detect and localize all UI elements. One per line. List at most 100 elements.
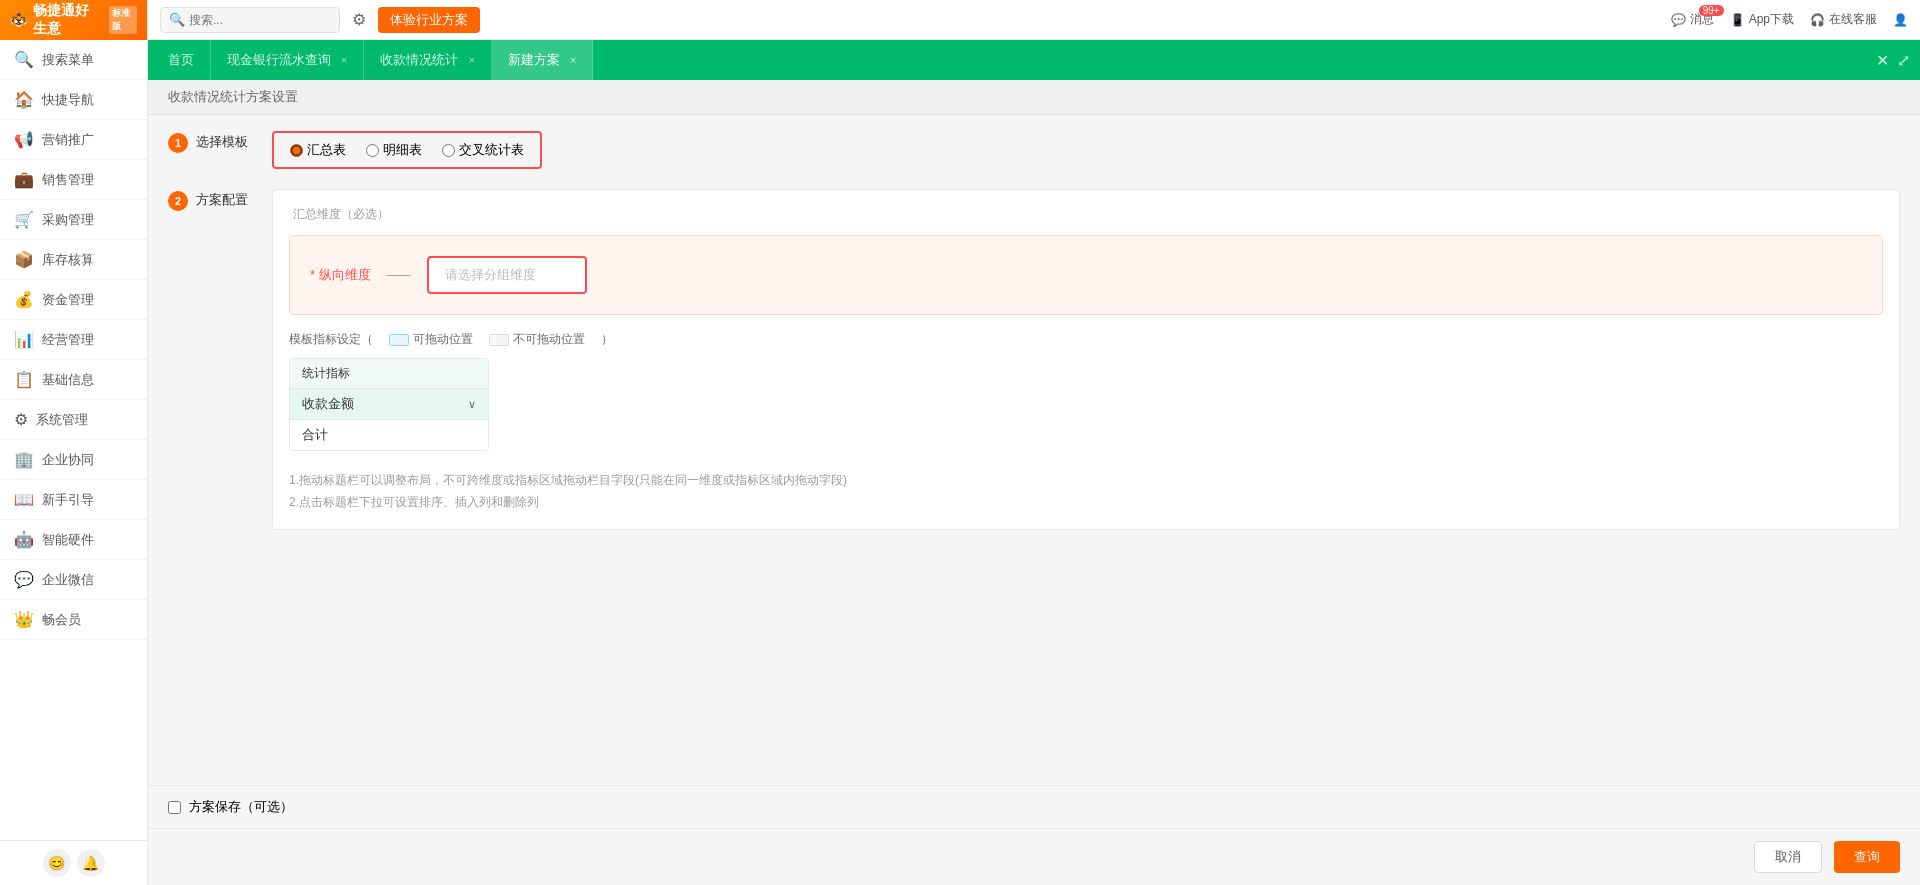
tabbar: 首页现金银行流水查询×收款情况统计×新建方案×✕⤢: [148, 40, 1920, 80]
sidebar-icon-14: 👑: [14, 610, 34, 629]
sidebar-bottom: 😊 🔔: [0, 840, 147, 885]
sidebar-item-13[interactable]: 💬企业微信: [0, 560, 147, 600]
tip2: 2.点击标题栏下拉可设置排序、插入列和删除列: [289, 492, 1883, 514]
sidebar-label-9: 系统管理: [36, 411, 88, 429]
sidebar-icon-11: 📖: [14, 490, 34, 509]
save-option: 方案保存（可选）: [148, 785, 1920, 828]
save-checkbox[interactable]: [168, 801, 181, 814]
sidebar-item-6[interactable]: 💰资金管理: [0, 280, 147, 320]
amount-label: 收款金额: [302, 395, 354, 413]
tabbar-expand-icon[interactable]: ⤢: [1897, 51, 1910, 70]
service-item[interactable]: 🎧 在线客服: [1810, 11, 1877, 28]
sidebar-item-14[interactable]: 👑畅会员: [0, 600, 147, 640]
sidebar-item-8[interactable]: 📋基础信息: [0, 360, 147, 400]
industry-btn[interactable]: 体验行业方案: [378, 7, 480, 33]
dimension-area: * 纵向维度 —— 请选择分组维度: [289, 235, 1883, 315]
sidebar-label-4: 采购管理: [42, 211, 94, 229]
amount-cell[interactable]: 收款金额 ∨: [290, 389, 488, 420]
dimension-select[interactable]: 请选择分组维度: [427, 256, 587, 294]
template-option-1[interactable]: 明细表: [366, 141, 422, 159]
sidebar-item-7[interactable]: 📊经营管理: [0, 320, 147, 360]
fixed-legend-box: [489, 334, 509, 346]
sidebar-item-0[interactable]: 🔍搜索菜单: [0, 40, 147, 80]
sidebar-icon-2: 📢: [14, 130, 34, 149]
sidebar-items-list: 🔍搜索菜单🏠快捷导航 📢 营销推广 💼销售管理 🛒 采购管理 📦库存核算💰资金管理📊经营管理…: [0, 40, 147, 640]
indicator-legend: 模板指标设定（ 可拖动位置 不可拖动位置 ）: [289, 331, 1883, 348]
template-label-0: 汇总表: [307, 141, 346, 159]
sidebar-icon-13: 💬: [14, 570, 34, 589]
indicator-section: 模板指标设定（ 可拖动位置 不可拖动位置 ）: [289, 331, 1883, 454]
app-badge: 标准版: [109, 6, 137, 34]
gear-icon[interactable]: ⚙: [352, 10, 366, 29]
sidebar-label-10: 企业协同: [42, 451, 94, 469]
sidebar-icon-9: ⚙: [14, 410, 28, 429]
template-selection-box: 汇总表 明细表 交叉统计表: [272, 131, 542, 169]
tab-0[interactable]: 首页: [148, 40, 211, 80]
tab-close-3[interactable]: ×: [570, 54, 576, 66]
template-option-0[interactable]: 汇总表: [290, 141, 346, 159]
sidebar-icon-10: 🏢: [14, 450, 34, 469]
stats-header: 统计指标: [290, 359, 488, 389]
sidebar-bottom-btn-1[interactable]: 😊: [43, 849, 71, 877]
tips-section: 1.拖动标题栏可以调整布局，不可跨维度或指标区域拖动栏目字段(只能在同一维度或指…: [289, 470, 1883, 513]
query-button[interactable]: 查询: [1834, 841, 1900, 873]
tab-close-1[interactable]: ×: [341, 54, 347, 66]
message-item[interactable]: 💬 消息 99+: [1671, 11, 1714, 28]
tabbar-close-icon[interactable]: ✕: [1876, 51, 1889, 70]
tab-3[interactable]: 新建方案 ×: [492, 40, 593, 80]
sidebar-item-11[interactable]: 📖新手引导: [0, 480, 147, 520]
sidebar-label-3: 销售管理: [42, 171, 94, 189]
total-label: 合计: [302, 427, 328, 442]
template-radio-0[interactable]: [290, 144, 303, 157]
cancel-button[interactable]: 取消: [1754, 841, 1822, 873]
template-radio-2[interactable]: [442, 144, 455, 157]
sidebar-item-10[interactable]: 🏢 企业协同: [0, 440, 147, 480]
indicator-table: 统计指标 收款金额 ∨ 合计: [289, 358, 489, 451]
template-radio-1[interactable]: [366, 144, 379, 157]
dimension-label: 汇总维度（必选）: [289, 206, 1883, 223]
app-logo: 🐯 畅捷通好生意 标准版: [0, 0, 147, 40]
user-item[interactable]: 👤: [1893, 13, 1908, 27]
sidebar-label-6: 资金管理: [42, 291, 94, 309]
config-panel: 汇总维度（必选） * 纵向维度 —— 请选择分组维度 模板指标设定（: [272, 189, 1900, 530]
sidebar-item-5[interactable]: 📦库存核算: [0, 240, 147, 280]
template-option-2[interactable]: 交叉统计表: [442, 141, 524, 159]
sidebar-bottom-btn-2[interactable]: 🔔: [77, 849, 105, 877]
save-label: 方案保存（可选）: [189, 798, 293, 816]
sidebar-item-2[interactable]: 📢 营销推广: [0, 120, 147, 160]
vertical-dim-label: * 纵向维度: [310, 266, 371, 284]
sidebar-label-2: 营销推广: [42, 131, 94, 149]
download-label: App下载: [1749, 11, 1794, 28]
sidebar-item-1[interactable]: 🏠快捷导航: [0, 80, 147, 120]
fixed-legend: 不可拖动位置: [489, 331, 585, 348]
sidebar-label-5: 库存核算: [42, 251, 94, 269]
topbar-search-box[interactable]: 🔍: [160, 7, 340, 33]
tab-label-1: 现金银行流水查询: [227, 51, 331, 69]
indicator-settings-label: 模板指标设定（: [289, 331, 373, 348]
draggable-legend-label: 可拖动位置: [413, 331, 473, 348]
tab-label-3: 新建方案: [508, 51, 560, 69]
section1-number: 1: [168, 133, 188, 153]
sidebar-icon-12: 🤖: [14, 530, 34, 549]
tip1: 1.拖动标题栏可以调整布局，不可跨维度或指标区域拖动栏目字段(只能在同一维度或指…: [289, 470, 1883, 492]
template-label-2: 交叉统计表: [459, 141, 524, 159]
message-badge: 99+: [1699, 5, 1724, 16]
total-cell: 合计: [290, 420, 488, 450]
search-input[interactable]: [189, 13, 329, 27]
sidebar-item-4[interactable]: 🛒 采购管理: [0, 200, 147, 240]
download-item[interactable]: 📱 App下载: [1730, 11, 1794, 28]
tab-2[interactable]: 收款情况统计×: [364, 40, 491, 80]
sidebar-item-9[interactable]: ⚙ 系统管理: [0, 400, 147, 440]
draggable-legend: 可拖动位置: [389, 331, 473, 348]
tab-close-2[interactable]: ×: [468, 54, 474, 66]
dim-arrow: ——: [387, 268, 411, 282]
search-icon: 🔍: [169, 12, 185, 27]
fixed-legend-label: 不可拖动位置: [513, 331, 585, 348]
sidebar-label-1: 快捷导航: [42, 91, 94, 109]
tab-1[interactable]: 现金银行流水查询 ×: [211, 40, 364, 80]
tab-label-0: 首页: [168, 51, 194, 69]
sidebar-icon-4: 🛒: [14, 210, 34, 229]
sidebar-item-3[interactable]: 💼销售管理: [0, 160, 147, 200]
amount-dropdown-icon[interactable]: ∨: [468, 398, 476, 411]
sidebar-item-12[interactable]: 🤖智能硬件: [0, 520, 147, 560]
